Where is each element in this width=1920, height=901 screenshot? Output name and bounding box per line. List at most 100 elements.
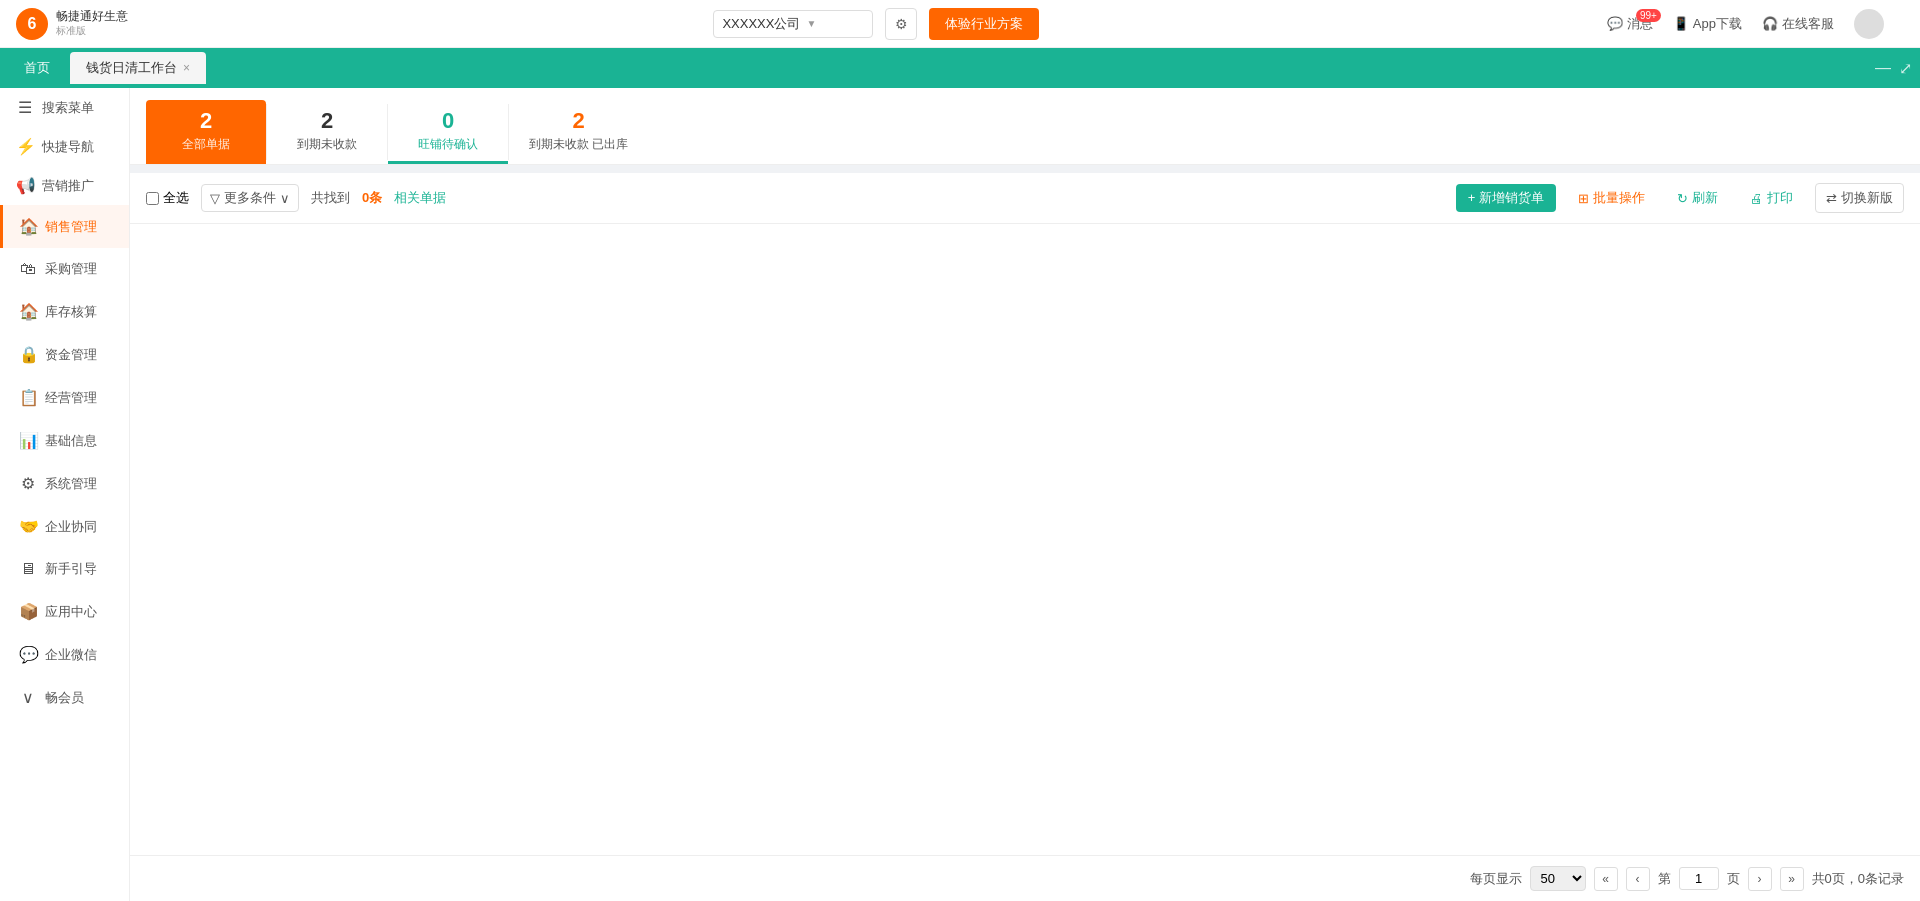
online-service-action[interactable]: 🎧 在线客服: [1762, 15, 1834, 33]
sidebar-item-sales[interactable]: 🏠 销售管理: [0, 205, 129, 248]
minimize-icon[interactable]: —: [1875, 59, 1891, 78]
select-all-checkbox[interactable]: [146, 192, 159, 205]
guide-icon: 🖥: [19, 560, 37, 578]
logo-area: 6 畅捷通好生意 标准版: [16, 8, 146, 40]
switch-icon: ⇄: [1826, 191, 1837, 206]
search-icon: ☰: [16, 98, 34, 117]
top-header: 6 畅捷通好生意 标准版 XXXXXX公司 ▼ ⚙ 体验行业方案 💬 消息 99…: [0, 0, 1920, 48]
switch-label: 切换新版: [1841, 189, 1893, 207]
more-filter-label: 更多条件: [224, 189, 276, 207]
stat-tab-all[interactable]: 2 全部单据: [146, 100, 266, 164]
batch-label: 批量操作: [1593, 189, 1645, 207]
app-download-action[interactable]: 📱 App下载: [1673, 15, 1742, 33]
toolbar: 全选 ▽ 更多条件 ∨ 共找到 0条 相关单据 + 新增销货单 ⊞ 批量操作: [130, 173, 1920, 224]
home-tab-label: 首页: [24, 59, 50, 77]
sidebar-item-search[interactable]: ☰ 搜索菜单: [0, 88, 129, 127]
select-all-checkbox-label[interactable]: 全选: [146, 189, 189, 207]
more-filter-btn[interactable]: ▽ 更多条件 ∨: [201, 184, 299, 212]
page-label: 第: [1658, 870, 1671, 888]
per-page-select[interactable]: 50 20 100: [1530, 866, 1586, 891]
company-name: XXXXXX公司: [722, 15, 800, 33]
sidebar-item-marketing[interactable]: 📢 营销推广: [0, 166, 129, 205]
corpwechat-icon: 💬: [19, 645, 37, 664]
overdue-out-label: 到期未收款 已出库: [529, 136, 628, 153]
sidebar-item-operations[interactable]: 📋 经营管理: [0, 376, 129, 419]
industry-btn[interactable]: 体验行业方案: [929, 8, 1039, 40]
sidebar-fund-label: 资金管理: [45, 346, 97, 364]
company-selector[interactable]: XXXXXX公司 ▼: [713, 10, 873, 38]
sidebar-system-label: 系统管理: [45, 475, 97, 493]
avatar[interactable]: [1854, 9, 1884, 39]
overdue-num: 2: [287, 108, 367, 134]
logo-badge: 标准版: [56, 24, 128, 38]
sidebar-corpwechat-label: 企业微信: [45, 646, 97, 664]
refresh-btn[interactable]: ↻ 刷新: [1667, 184, 1728, 212]
first-page-btn[interactable]: «: [1594, 867, 1618, 891]
pagination: 每页显示 50 20 100 « ‹ 第 页 › » 共0页，0条记录: [130, 855, 1920, 901]
sidebar-item-fund[interactable]: 🔒 资金管理: [0, 333, 129, 376]
switch-version-btn[interactable]: ⇄ 切换新版: [1815, 183, 1904, 213]
tab-home[interactable]: 首页: [8, 52, 66, 84]
all-orders-num: 2: [166, 108, 246, 134]
batch-op-btn[interactable]: ⊞ 批量操作: [1568, 184, 1655, 212]
sidebar-quicknav-label: 快捷导航: [42, 138, 94, 156]
found-suffix[interactable]: 相关单据: [394, 189, 446, 207]
basic-icon: 📊: [19, 431, 37, 450]
sidebar-item-purchase[interactable]: 🛍 采购管理: [0, 248, 129, 290]
member-icon: ∨: [19, 688, 37, 707]
stats-tabs: 2 全部单据 2 到期未收款 0 旺铺待确认 2 到期未收款 已出库: [130, 88, 1920, 165]
toolbar-left: 全选 ▽ 更多条件 ∨ 共找到 0条 相关单据: [146, 184, 446, 212]
sidebar-item-inventory[interactable]: 🏠 库存核算: [0, 290, 129, 333]
messages-action[interactable]: 💬 消息 99+: [1607, 15, 1653, 33]
sidebar-item-guide[interactable]: 🖥 新手引导: [0, 548, 129, 590]
purchase-icon: 🛍: [19, 260, 37, 278]
sidebar-item-quicknav[interactable]: ⚡ 快捷导航: [0, 127, 129, 166]
sidebar-purchase-label: 采购管理: [45, 260, 97, 278]
operations-icon: 📋: [19, 388, 37, 407]
stat-tab-overdue[interactable]: 2 到期未收款: [267, 100, 387, 164]
sidebar-item-appcenter[interactable]: 📦 应用中心: [0, 590, 129, 633]
stat-tab-pending[interactable]: 0 旺铺待确认: [388, 100, 508, 164]
sidebar-item-member[interactable]: ∨ 畅会员: [0, 676, 129, 719]
stat-tab-overdue-out[interactable]: 2 到期未收款 已出库: [509, 100, 648, 164]
print-label: 打印: [1767, 189, 1793, 207]
empty-state: [130, 224, 1920, 624]
app-icon: 📱: [1673, 16, 1689, 31]
page-input[interactable]: [1679, 867, 1719, 890]
sidebar-item-system[interactable]: ⚙ 系统管理: [0, 462, 129, 505]
prev-page-btn[interactable]: ‹: [1626, 867, 1650, 891]
sidebar-inventory-label: 库存核算: [45, 303, 97, 321]
maximize-icon[interactable]: ⤢: [1899, 59, 1912, 78]
sidebar-marketing-label: 营销推广: [42, 177, 94, 195]
sidebar-item-basic[interactable]: 📊 基础信息: [0, 419, 129, 462]
per-page-label: 每页显示: [1470, 870, 1522, 888]
last-page-btn[interactable]: »: [1780, 867, 1804, 891]
toolbar-right: + 新增销货单 ⊞ 批量操作 ↻ 刷新 🖨 打印 ⇄: [1456, 183, 1904, 213]
sidebar-search-label: 搜索菜单: [42, 99, 94, 117]
refresh-label: 刷新: [1692, 189, 1718, 207]
add-sales-order-btn[interactable]: + 新增销货单: [1456, 184, 1556, 212]
sidebar-item-enterprise[interactable]: 🤝 企业协同: [0, 505, 129, 548]
sidebar-enterprise-label: 企业协同: [45, 518, 97, 536]
appcenter-icon: 📦: [19, 602, 37, 621]
overdue-out-num: 2: [529, 108, 628, 134]
sidebar: ☰ 搜索菜单 ⚡ 快捷导航 📢 营销推广 🏠 销售管理 🛍 采购管理 🏠 库存核…: [0, 88, 130, 901]
content-wrapper: 2 全部单据 2 到期未收款 0 旺铺待确认 2 到期未收款 已出库: [130, 88, 1920, 901]
content-area: 2 全部单据 2 到期未收款 0 旺铺待确认 2 到期未收款 已出库: [130, 88, 1920, 901]
sidebar-member-label: 畅会员: [45, 689, 84, 707]
all-orders-label: 全部单据: [166, 136, 246, 153]
system-icon: ⚙: [19, 474, 37, 493]
tab-cash-daily[interactable]: 钱货日清工作台 ×: [70, 52, 206, 84]
logo-text: 畅捷通好生意: [56, 9, 128, 25]
next-page-btn[interactable]: ›: [1748, 867, 1772, 891]
tab-close-icon[interactable]: ×: [183, 61, 190, 75]
print-icon: 🖨: [1750, 191, 1763, 206]
batch-icon: ⊞: [1578, 191, 1589, 206]
cash-daily-tab-label: 钱货日清工作台: [86, 59, 177, 77]
marketing-icon: 📢: [16, 176, 34, 195]
settings-button[interactable]: ⚙: [885, 8, 917, 40]
sidebar-guide-label: 新手引导: [45, 560, 97, 578]
sidebar-item-corpwechat[interactable]: 💬 企业微信: [0, 633, 129, 676]
print-btn[interactable]: 🖨 打印: [1740, 184, 1803, 212]
overdue-label: 到期未收款: [287, 136, 367, 153]
